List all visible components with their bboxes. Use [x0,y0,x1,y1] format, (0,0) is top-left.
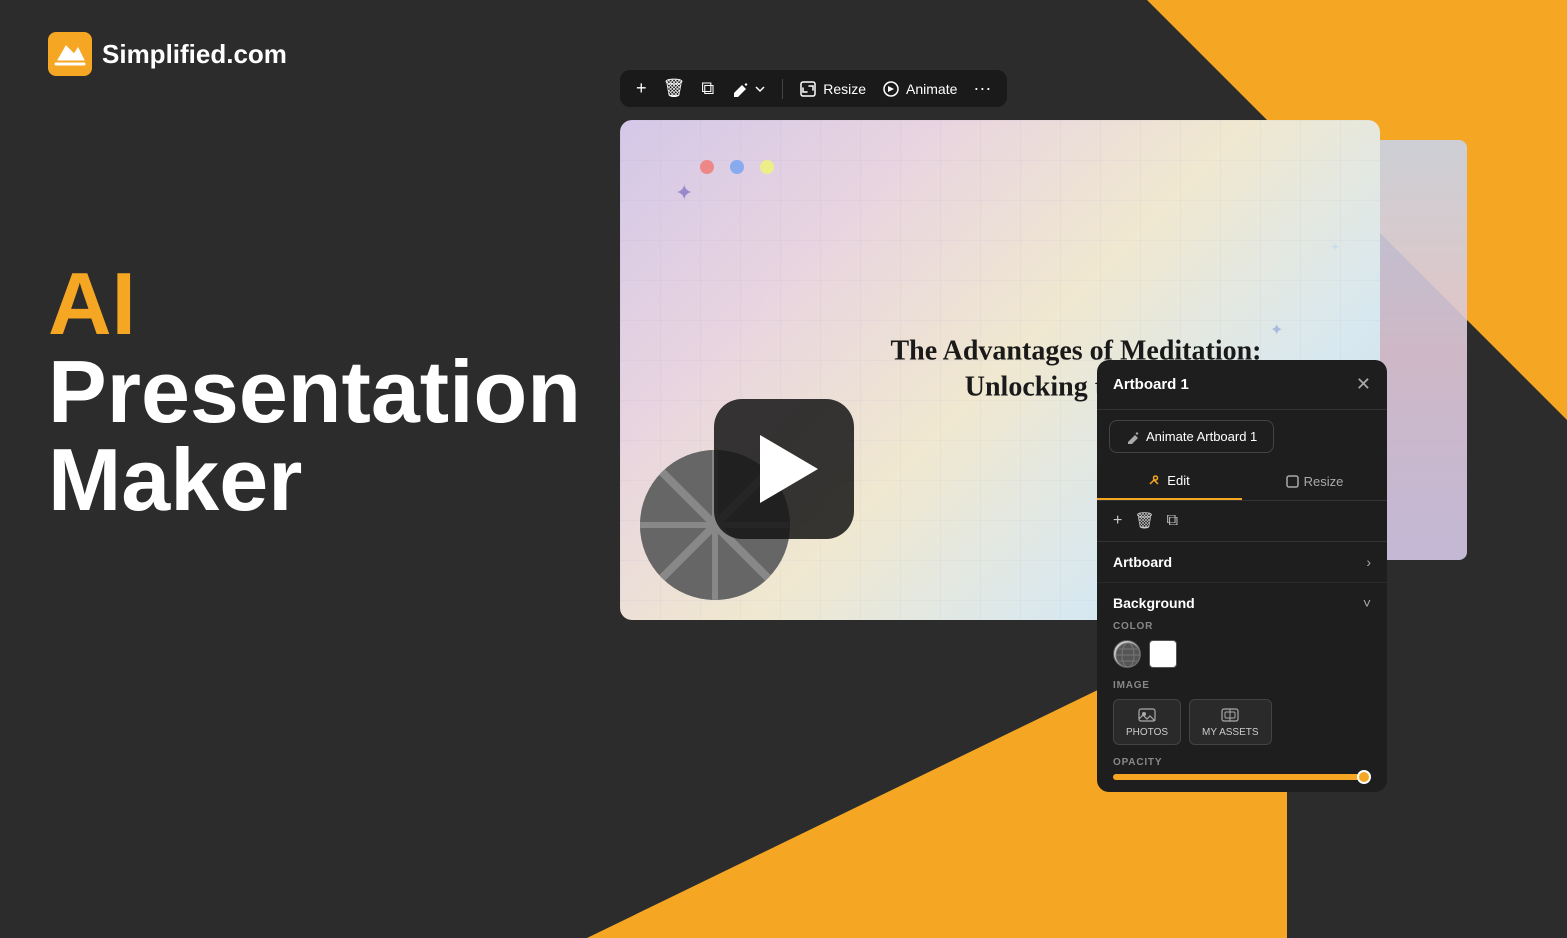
artboard-section-header[interactable]: Artboard › [1113,554,1371,570]
sparkle-1: ✦ [675,180,693,206]
canvas-toolbar: + 🗑 ⧉ Resize Animate ··· [620,70,1007,107]
animate-label: Animate [906,81,957,97]
animate-icon [882,80,900,98]
tab-resize[interactable]: Resize [1242,463,1387,500]
bg-image-row: PHOTOS MY ASSETS [1113,699,1371,745]
panel-copy-button[interactable]: ⧉ [1167,512,1178,530]
toolbar-more-button[interactable]: ··· [973,78,991,99]
background-section: Background ˅ COLOR IMAGE [1097,583,1387,792]
opacity-slider-thumb[interactable] [1357,770,1371,784]
my-assets-button[interactable]: MY ASSETS [1189,699,1272,745]
hero-ai-label: AI [48,260,581,348]
panel-toolbar: + 🗑 ⧉ [1097,501,1387,542]
panel-add-button[interactable]: + [1113,512,1122,530]
background-section-title: Background [1113,595,1195,611]
panel-delete-button[interactable]: 🗑 [1134,511,1154,531]
color-subsection-label: COLOR [1113,621,1371,632]
artboard-section: Artboard › [1097,542,1387,583]
photos-button[interactable]: PHOTOS [1113,699,1181,745]
wand-icon [1126,430,1140,444]
photos-icon [1138,706,1156,724]
hero-text-block: AI Presentation Maker [48,260,581,524]
sparkle-4: ✦ [1330,240,1340,254]
logo-icon [48,32,92,76]
assets-icon [1221,706,1239,724]
slide-dot-blue [730,160,744,174]
opacity-subsection-label: OPACITY [1113,757,1371,768]
background-section-header[interactable]: Background ˅ [1113,595,1371,611]
tab-resize-label: Resize [1304,474,1344,489]
animate-artboard-button[interactable]: Animate Artboard 1 [1109,420,1274,453]
logo-area[interactable]: Simplified.com [48,32,287,76]
my-assets-label: MY ASSETS [1202,727,1259,738]
panel-tabs: Edit Resize [1097,463,1387,501]
panel-header: Artboard 1 ✕ [1097,360,1387,410]
fill-icon [730,79,750,99]
background-chevron-down-icon: ˅ [1363,595,1371,611]
toolbar-resize-button[interactable]: Resize [799,80,866,98]
artboard-chevron-right-icon: › [1366,554,1371,570]
hero-presentation-label: Presentation [48,348,581,436]
globe-icon [1114,641,1142,669]
panel-title: Artboard 1 [1113,376,1189,393]
play-button[interactable] [714,399,854,539]
slide-dot-pink [700,160,714,174]
bg-color-row [1113,640,1371,668]
toolbar-fill-button[interactable] [730,79,766,99]
hero-maker-label: Maker [48,436,581,524]
toolbar-add-button[interactable]: + [636,78,647,99]
logo-text: Simplified.com [102,39,287,70]
edit-icon [1149,474,1162,487]
toolbar-copy-button[interactable]: ⧉ [701,78,714,99]
artboard-section-title: Artboard [1113,554,1172,570]
image-subsection-label: IMAGE [1113,680,1371,691]
bg-color-globe-button[interactable] [1113,640,1141,668]
resize-tab-icon [1286,475,1299,488]
panel-close-button[interactable]: ✕ [1356,374,1371,395]
tab-edit[interactable]: Edit [1097,463,1242,500]
slide-dot-yellow [760,160,774,174]
sparkle-2: ✦ [1270,320,1283,340]
tab-edit-label: Edit [1167,473,1189,488]
resize-label: Resize [823,81,866,97]
play-triangle-icon [760,435,818,503]
toolbar-divider [782,79,783,99]
toolbar-delete-button[interactable]: 🗑 [663,78,686,99]
artboard-panel: Artboard 1 ✕ Animate Artboard 1 Edit Res… [1097,360,1387,792]
play-button-container[interactable] [714,399,854,539]
bg-color-swatch[interactable] [1149,640,1177,668]
chevron-down-icon [754,83,766,95]
photos-label: PHOTOS [1126,727,1168,738]
opacity-slider[interactable] [1113,774,1371,780]
resize-icon [799,80,817,98]
animate-artboard-label: Animate Artboard 1 [1146,429,1257,444]
toolbar-animate-button[interactable]: Animate [882,80,957,98]
